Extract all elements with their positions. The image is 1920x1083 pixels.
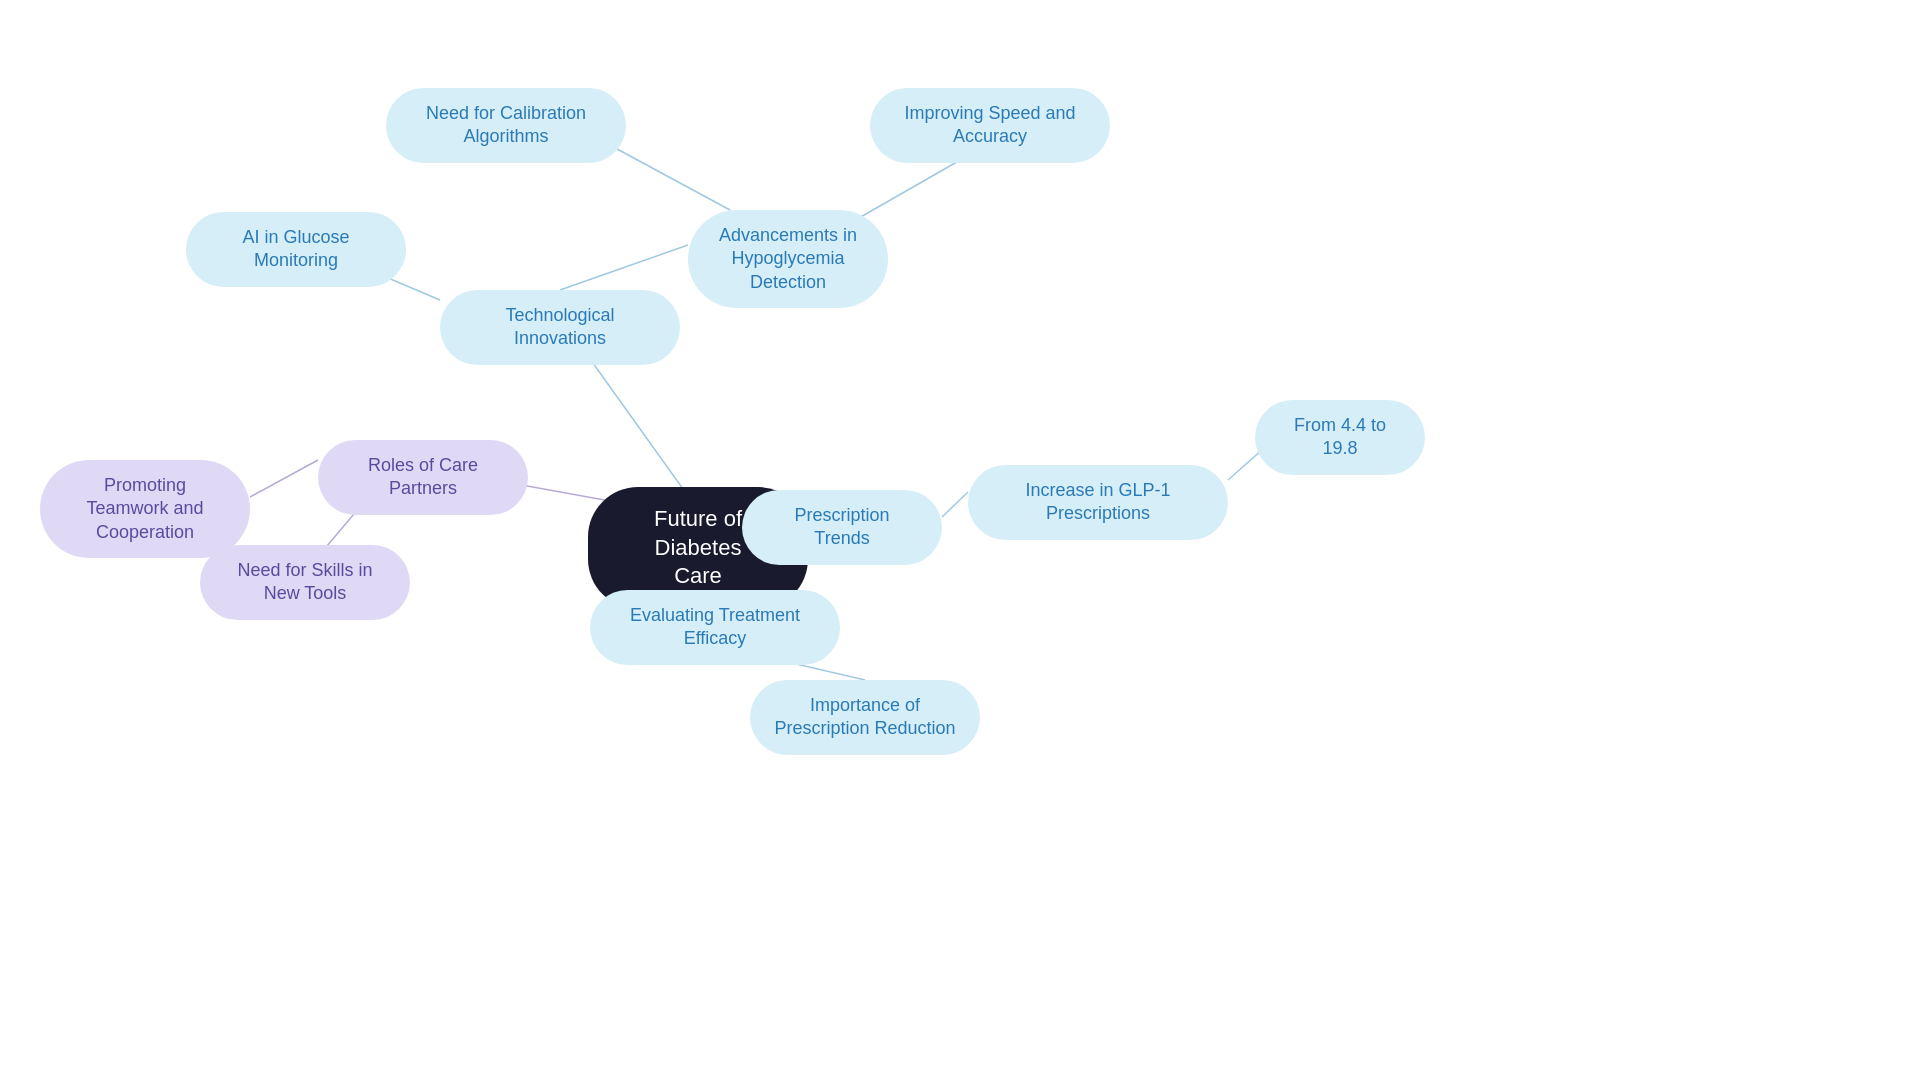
- node-increaseGLP: Increase in GLP-1 Prescriptions: [968, 465, 1228, 540]
- node-from44: From 4.4 to 19.8: [1255, 400, 1425, 475]
- node-aiGlucose: AI in Glucose Monitoring: [186, 212, 406, 287]
- node-speedAccuracy: Improving Speed and Accuracy: [870, 88, 1110, 163]
- node-prescriptionTrends: Prescription Trends: [742, 490, 942, 565]
- svg-line-6: [606, 143, 730, 210]
- svg-line-10: [942, 492, 968, 517]
- node-calibration: Need for Calibration Algorithms: [386, 88, 626, 163]
- node-evaluatingEfficacy: Evaluating Treatment Efficacy: [590, 590, 840, 665]
- node-promotingTeamwork: Promoting Teamwork and Cooperation: [40, 460, 250, 558]
- svg-line-4: [560, 245, 688, 290]
- node-techInnovations: Technological Innovations: [440, 290, 680, 365]
- node-needSkills: Need for Skills in New Tools: [200, 545, 410, 620]
- node-hypoglycemia: Advancements in Hypoglycemia Detection: [688, 210, 888, 308]
- node-rolesPartners: Roles of Care Partners: [318, 440, 528, 515]
- svg-line-8: [250, 460, 318, 497]
- node-prescriptionReduction: Importance of Prescription Reduction: [750, 680, 980, 755]
